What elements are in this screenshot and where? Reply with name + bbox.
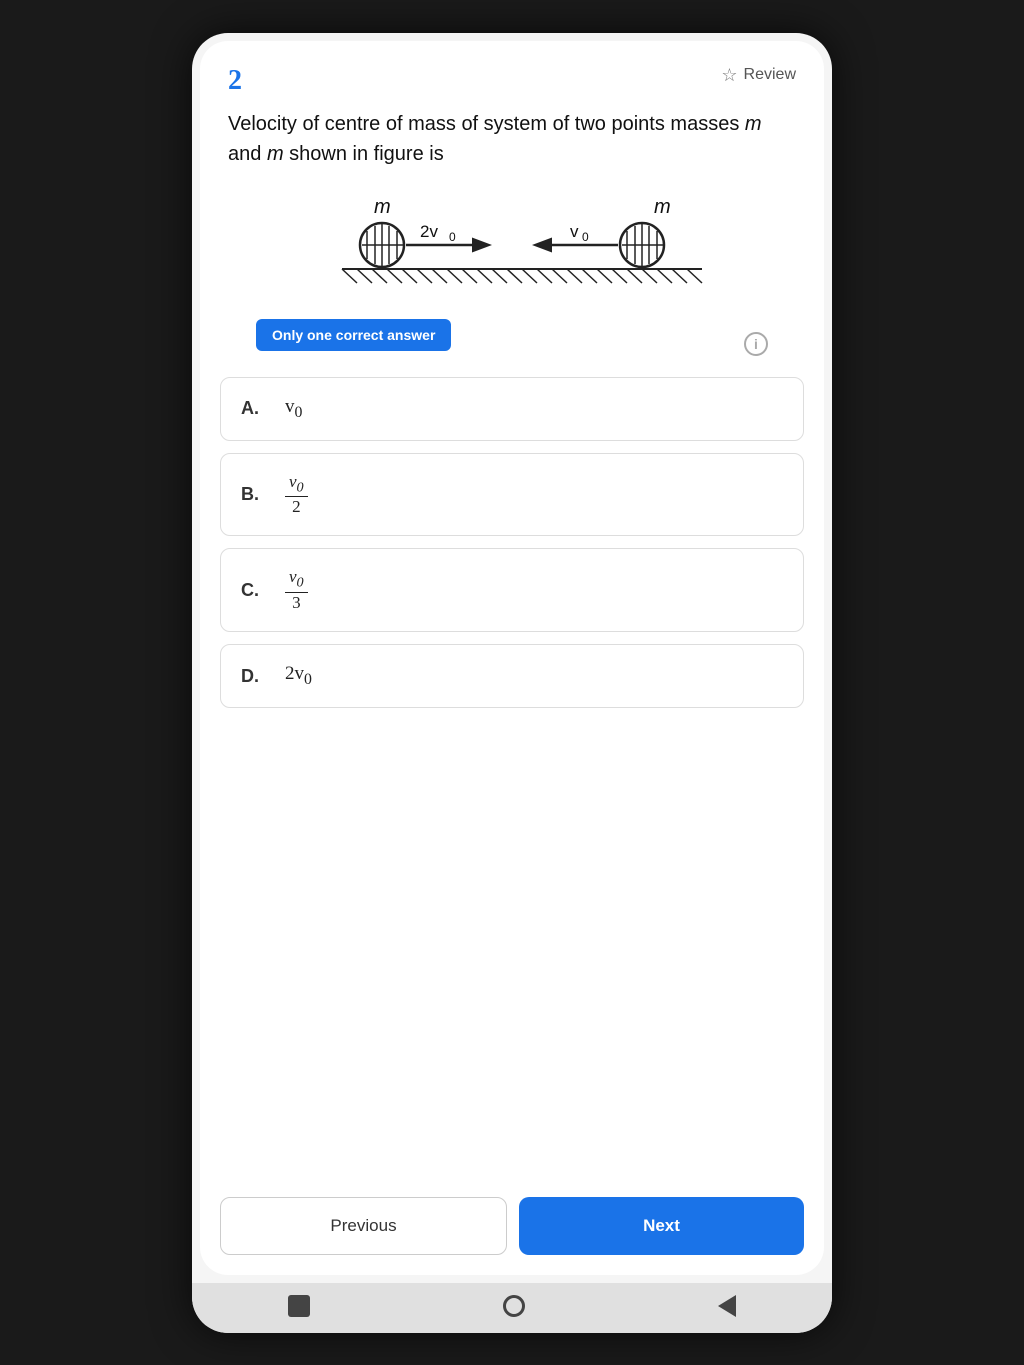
question-number: 2: [228, 65, 242, 97]
star-icon: ☆: [721, 65, 737, 86]
option-a-content: v0: [285, 396, 302, 422]
fraction-c-numerator: v0: [285, 567, 308, 592]
fraction-c: v0 3: [285, 567, 308, 613]
svg-text:m: m: [374, 196, 391, 218]
option-c[interactable]: C. v0 3: [220, 548, 804, 632]
option-c-label: C.: [241, 580, 269, 601]
option-b-content: v0 2: [285, 472, 308, 518]
badge-row: Only one correct answer i: [200, 323, 824, 361]
diagram-container: m 2v 0 m v 0: [200, 185, 824, 323]
phone-container: 2 ☆ Review Velocity of centre of mass of…: [192, 33, 832, 1333]
fraction-b: v0 2: [285, 472, 308, 518]
option-d[interactable]: D. 2v0: [220, 644, 804, 708]
answer-type-badge: Only one correct answer: [256, 327, 451, 345]
option-a[interactable]: A. v0: [220, 377, 804, 441]
option-b[interactable]: B. v0 2: [220, 453, 804, 537]
review-label: Review: [744, 66, 796, 84]
back-triangle-icon[interactable]: [718, 1295, 736, 1317]
option-d-content: 2v0: [285, 663, 312, 689]
svg-text:0: 0: [449, 230, 456, 244]
review-button[interactable]: ☆ Review: [721, 65, 796, 86]
question-text: Velocity of centre of mass of system of …: [200, 109, 824, 185]
option-b-label: B.: [241, 484, 269, 505]
fraction-b-denominator: 2: [288, 497, 305, 517]
fraction-c-denominator: 3: [288, 593, 305, 613]
fraction-b-numerator: v0: [285, 472, 308, 497]
svg-text:0: 0: [582, 230, 589, 244]
previous-button[interactable]: Previous: [220, 1197, 507, 1255]
option-d-label: D.: [241, 666, 269, 687]
option-c-content: v0 3: [285, 567, 308, 613]
back-circle-icon[interactable]: [503, 1295, 525, 1317]
options-list: A. v0 B. v0 2 C. v0 3: [200, 369, 824, 1181]
svg-text:m: m: [654, 196, 671, 218]
next-button[interactable]: Next: [519, 1197, 804, 1255]
device-nav-bar: [192, 1283, 832, 1333]
question-header: 2 ☆ Review: [200, 41, 824, 109]
svg-text:v: v: [570, 222, 579, 241]
bottom-nav: Previous Next: [200, 1181, 824, 1275]
option-a-label: A.: [241, 398, 269, 419]
question-line1: Velocity of centre of mass of system of …: [228, 113, 762, 165]
content-area: 2 ☆ Review Velocity of centre of mass of…: [200, 41, 824, 1275]
svg-text:2v: 2v: [420, 222, 438, 241]
answer-type-label: Only one correct answer: [256, 319, 451, 351]
physics-diagram: m 2v 0 m v 0: [302, 193, 722, 303]
home-square-icon[interactable]: [288, 1295, 310, 1317]
info-icon[interactable]: i: [744, 332, 768, 356]
